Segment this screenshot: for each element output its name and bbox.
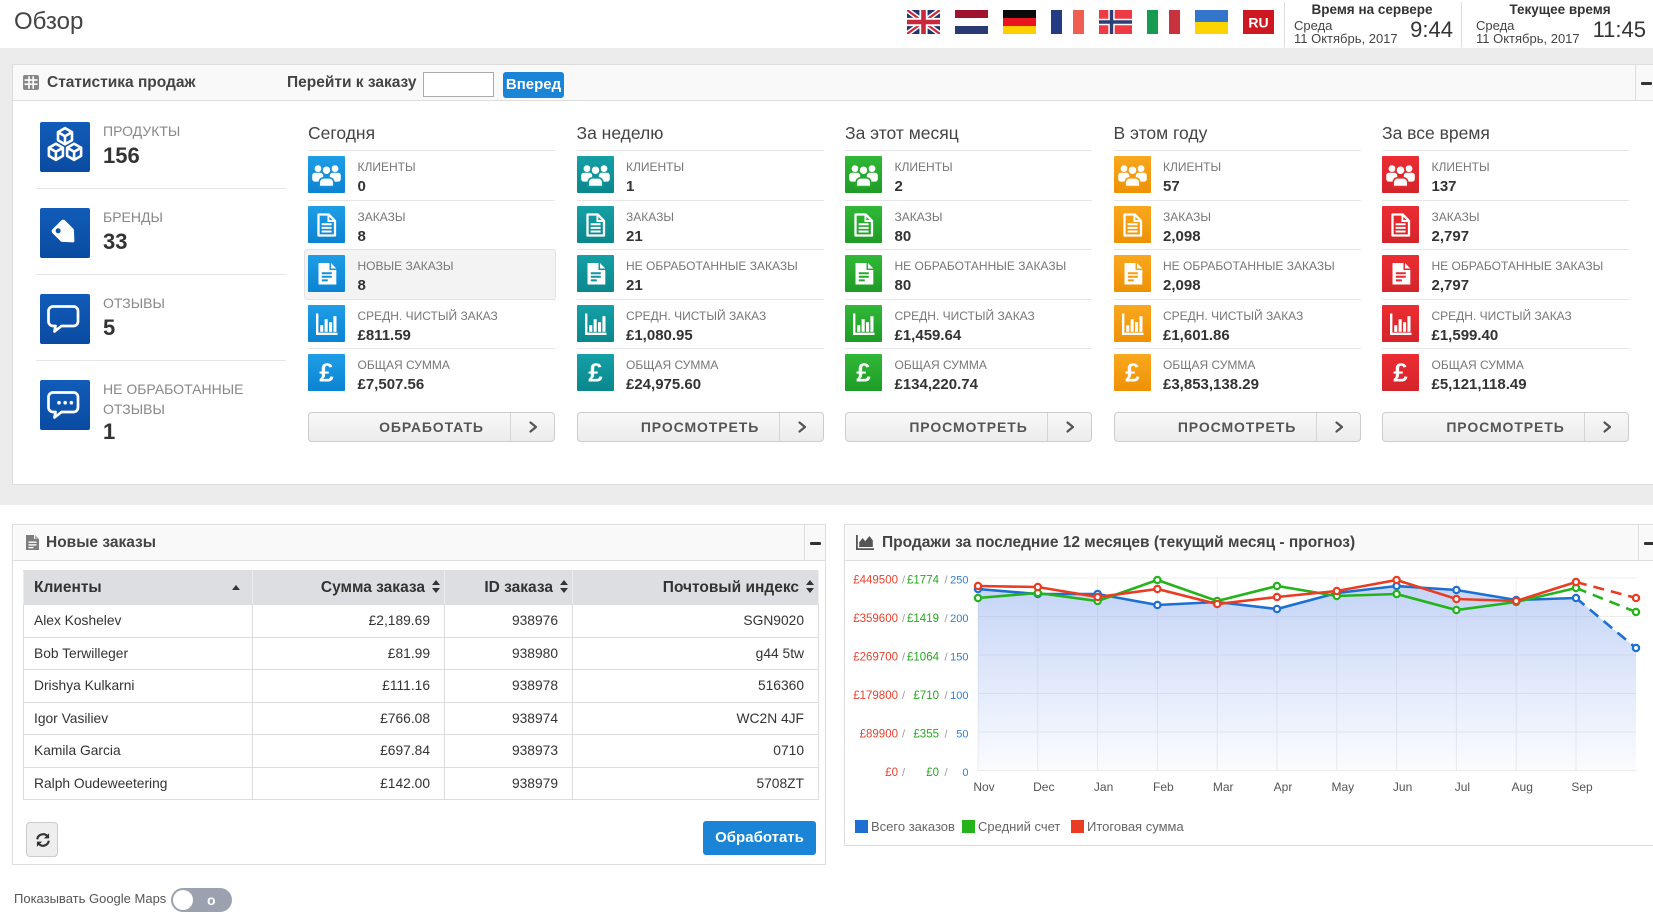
svg-text:£: £ [319, 358, 334, 388]
svg-text:£: £ [588, 358, 603, 388]
svg-text:Jan: Jan [1094, 780, 1113, 794]
svg-text:100: 100 [950, 690, 968, 702]
svg-text:£355: £355 [913, 729, 939, 741]
svg-text:May: May [1331, 780, 1354, 794]
svg-text:Средний счет: Средний счет [978, 819, 1060, 834]
svg-text:/: / [902, 613, 906, 625]
svg-text:£0: £0 [885, 767, 898, 779]
svg-text:£89900: £89900 [860, 729, 898, 741]
svg-text:Dec: Dec [1033, 780, 1054, 794]
svg-text:/: / [902, 652, 906, 664]
svg-text:/: / [944, 767, 948, 779]
svg-text:/: / [902, 767, 906, 779]
svg-text:£1064: £1064 [907, 652, 940, 664]
svg-text:£269700: £269700 [853, 652, 898, 664]
svg-text:£0: £0 [926, 767, 939, 779]
svg-text:50: 50 [956, 729, 968, 741]
svg-text:£449500: £449500 [853, 575, 898, 587]
svg-text:Jul: Jul [1455, 780, 1470, 794]
svg-text:200: 200 [950, 613, 968, 625]
svg-text:£1774: £1774 [907, 575, 940, 587]
svg-text:/: / [902, 729, 906, 741]
svg-text:/: / [902, 690, 906, 702]
svg-text:£: £ [856, 358, 871, 388]
svg-text:£710: £710 [913, 690, 939, 702]
svg-text:/: / [944, 613, 948, 625]
svg-text:Apr: Apr [1274, 780, 1293, 794]
svg-text:/: / [902, 575, 906, 587]
svg-text:/: / [944, 575, 948, 587]
svg-text:Aug: Aug [1512, 780, 1533, 794]
svg-text:RU: RU [1248, 15, 1268, 31]
svg-text:Mar: Mar [1213, 780, 1234, 794]
svg-text:Всего заказов: Всего заказов [871, 819, 955, 834]
svg-text:Nov: Nov [973, 780, 994, 794]
svg-text:/: / [944, 729, 948, 741]
svg-text:£1419: £1419 [907, 613, 939, 625]
svg-text:/: / [944, 652, 948, 664]
svg-text:150: 150 [950, 652, 968, 664]
svg-text:0: 0 [962, 767, 968, 779]
svg-text:£: £ [1393, 358, 1408, 388]
svg-text:£179800: £179800 [853, 690, 898, 702]
svg-text:Feb: Feb [1153, 780, 1174, 794]
svg-text:£359600: £359600 [853, 613, 898, 625]
svg-text:Итоговая сумма: Итоговая сумма [1087, 819, 1184, 834]
svg-text:/: / [944, 690, 948, 702]
svg-text:£: £ [1125, 358, 1140, 388]
svg-text:Sep: Sep [1571, 780, 1593, 794]
svg-text:250: 250 [950, 575, 968, 587]
svg-text:Jun: Jun [1393, 780, 1412, 794]
